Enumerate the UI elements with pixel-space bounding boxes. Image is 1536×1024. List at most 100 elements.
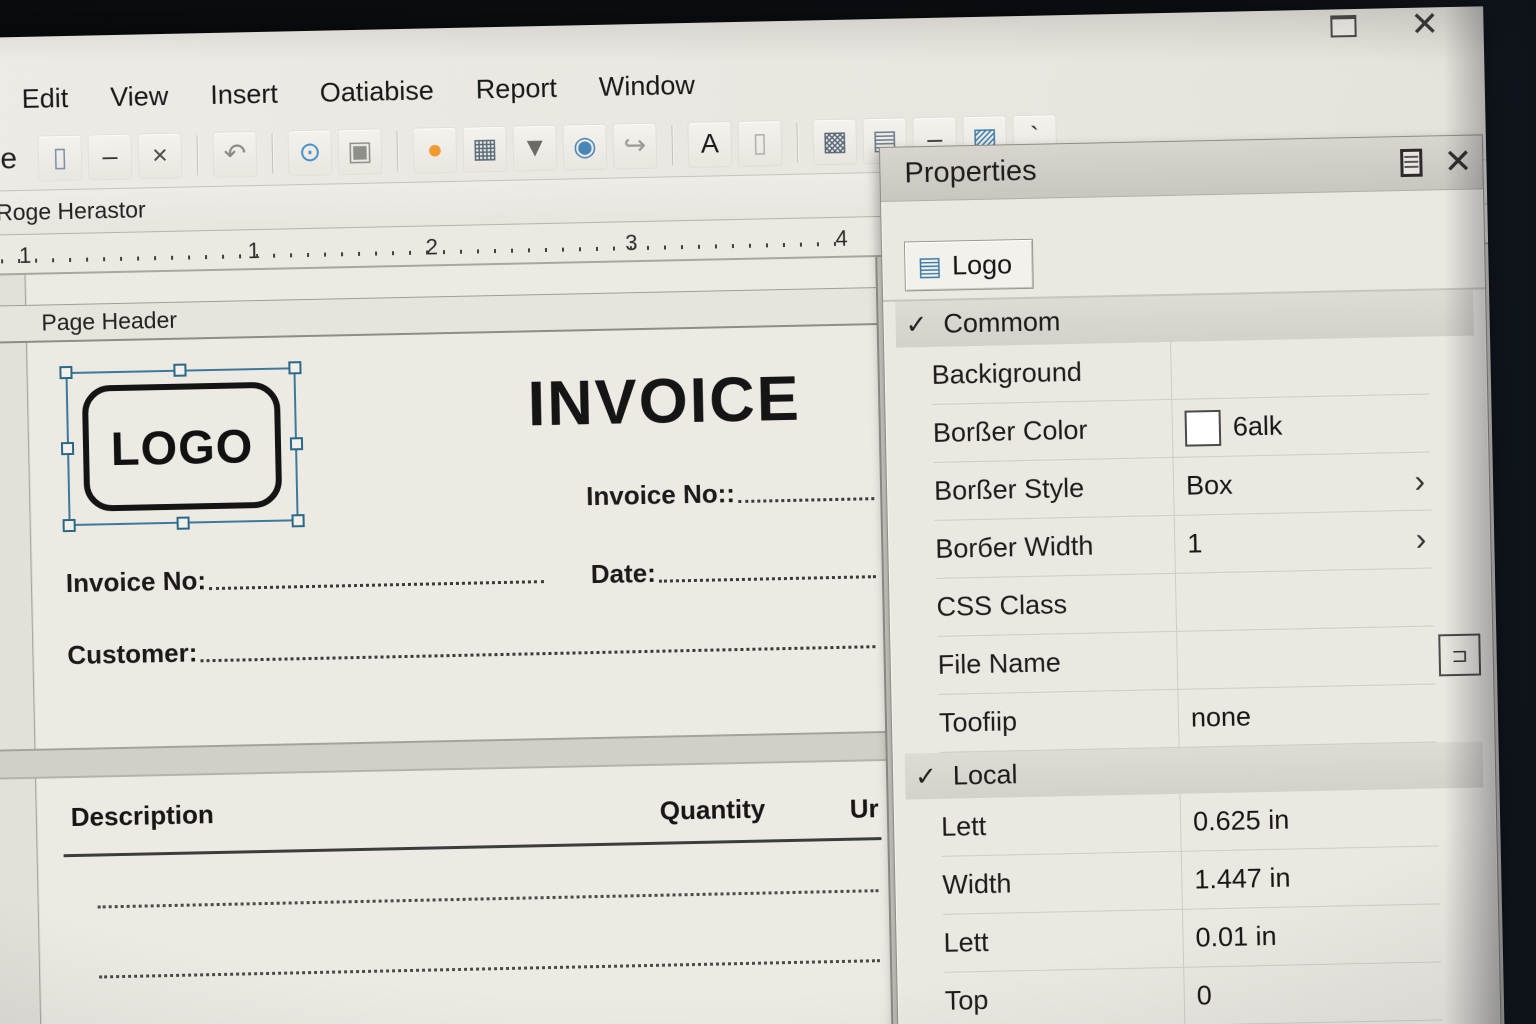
prop-value-css-class[interactable] [1176, 568, 1434, 630]
delete-icon[interactable]: × [138, 133, 182, 178]
device-icon[interactable]: ▯ [738, 120, 782, 166]
prop-value-file-name[interactable] [1177, 626, 1435, 688]
prop-value-border-width[interactable]: 1 › [1175, 510, 1433, 572]
zoom-icon[interactable]: ⊙ [288, 129, 332, 175]
header-underline [63, 837, 882, 858]
image-frame-icon-glyph: ▩ [821, 125, 848, 157]
menu-item-insert[interactable]: Insert [210, 78, 278, 110]
tab-page-header[interactable]: Roge Herastor [0, 196, 146, 226]
prop-value-text: 1 [1186, 528, 1203, 559]
dock-pin-icon[interactable] [1400, 148, 1423, 178]
table-icon[interactable]: ▦ [463, 126, 507, 172]
minus-icon[interactable]: – [88, 134, 132, 180]
swoosh-icon-glyph: ↪ [623, 129, 647, 161]
font-icon-glyph: A [700, 128, 720, 159]
prop-row-border-style: Borßer Style Box › [933, 452, 1432, 521]
chart-icon-glyph: ◉ [572, 130, 597, 162]
prop-row-left: Lett 0.625 in [940, 788, 1439, 857]
prop-row-top: Top 0 [944, 962, 1443, 1024]
column-header-unit[interactable]: Ur [849, 793, 879, 825]
prop-value-border-style[interactable]: Box › [1173, 453, 1431, 515]
prop-row-background: Backiground [931, 336, 1430, 405]
prop-value-top[interactable]: 0 [1184, 962, 1442, 1024]
report-designer-window: ✕ Edit View Insert Oatiabise Report Window il… [0, 5, 1507, 1024]
logo-image-widget[interactable]: LOGO [59, 361, 305, 533]
menu-item-view[interactable]: View [110, 80, 169, 112]
prop-value-border-color[interactable]: 6alk [1172, 395, 1430, 457]
selected-object-button[interactable]: ▤ Logo [903, 238, 1034, 292]
selection-handle[interactable] [59, 365, 73, 380]
prop-label-top: Top [944, 967, 1186, 1024]
invoice-no-right-label: Invoice No:: [585, 478, 736, 512]
highlight-icon-glyph: ● [426, 134, 444, 165]
prop-row-width: Width 1.447 in [941, 846, 1440, 915]
selection-handle[interactable] [176, 516, 190, 530]
funnel-icon[interactable]: ▼ [513, 125, 557, 171]
selection-handle[interactable] [288, 361, 302, 375]
prop-row-left2: Lett 0.01 in [943, 904, 1442, 973]
color-swatch[interactable] [1184, 409, 1222, 447]
prop-label-left2: Lett [943, 909, 1185, 972]
font-icon[interactable]: A [688, 121, 732, 167]
dotted-line [658, 575, 876, 583]
prop-label-tooltip: Toofiip [938, 689, 1180, 752]
menu-item-window[interactable]: Window [599, 69, 696, 102]
chart-icon[interactable]: ◉ [563, 124, 607, 170]
ruler-number: 1 [18, 242, 32, 269]
selection-handle[interactable] [60, 441, 75, 456]
file-menu-label[interactable]: ile [0, 142, 17, 177]
new-document-icon[interactable]: ▯ [38, 135, 82, 181]
new-document-icon-glyph: ▯ [52, 141, 68, 173]
date-field[interactable]: Date: [590, 553, 876, 590]
detail-section: Description Quantity Ur [37, 761, 893, 1024]
invoice-no-field-left[interactable]: Invoice No: [66, 558, 545, 599]
check-icon: ✓ [914, 760, 938, 791]
prop-value-text: Box [1185, 469, 1233, 501]
prop-row-border-color: Borßer Color 6alk [932, 394, 1431, 463]
prop-label-border-color: Borßer Color [932, 399, 1174, 462]
customer-field[interactable]: Customer: [67, 623, 876, 671]
invoice-title-text[interactable]: INVOICE [448, 361, 879, 442]
column-header-quantity[interactable]: Quantity [659, 794, 765, 827]
prop-value-left[interactable]: 0.625 in [1181, 788, 1439, 850]
check-icon: ✓ [905, 308, 928, 339]
report-canvas[interactable]: Page Header LOGO INVOICE Invoice No:: In… [26, 257, 895, 1024]
selection-handle[interactable] [62, 518, 76, 533]
chevron-right-icon[interactable]: › [1414, 463, 1425, 500]
column-header-description[interactable]: Description [70, 799, 214, 833]
prop-value-tooltip[interactable]: none [1178, 684, 1436, 746]
prop-value-background[interactable] [1171, 337, 1429, 399]
undo-icon[interactable]: ↶ [213, 131, 257, 177]
maximize-button[interactable] [1330, 13, 1361, 40]
toolbar-separator [796, 122, 799, 163]
maximize-icon [1330, 14, 1357, 38]
menu-item-oatiabise[interactable]: Oatiabise [319, 75, 434, 108]
prop-value-text: 0 [1196, 980, 1213, 1011]
panel-close-button[interactable]: ✕ [1443, 142, 1472, 183]
browse-button[interactable]: ⊐ [1438, 633, 1482, 677]
prop-value-left2[interactable]: 0.01 in [1183, 904, 1441, 966]
menu-item-edit[interactable]: Edit [21, 82, 68, 114]
selection-handle[interactable] [289, 437, 304, 451]
prop-value-text: 0.625 in [1192, 804, 1290, 837]
paste-icon[interactable]: ▣ [338, 128, 382, 174]
ruler-number: 2 [425, 234, 439, 260]
swoosh-icon[interactable]: ↪ [613, 123, 657, 169]
chevron-right-icon[interactable]: › [1415, 521, 1426, 558]
selection-handle[interactable] [291, 514, 305, 528]
detail-dotted-row[interactable] [99, 959, 880, 979]
detail-dotted-row[interactable] [97, 889, 879, 909]
image-frame-icon[interactable]: ▩ [813, 118, 857, 164]
ruler-number: 4 [835, 225, 848, 251]
invoice-no-field-right[interactable]: Invoice No:: [586, 475, 875, 512]
menu-item-report[interactable]: Report [475, 72, 557, 105]
prop-value-width[interactable]: 1.447 in [1182, 846, 1440, 908]
selection-handle[interactable] [173, 363, 187, 377]
toolbar-separator [196, 134, 199, 175]
close-icon: ✕ [1443, 142, 1473, 182]
close-button[interactable]: ✕ [1410, 5, 1439, 44]
highlight-icon[interactable]: ● [413, 127, 457, 173]
date-label: Date: [590, 557, 657, 590]
toolbar-separator [271, 133, 274, 174]
section-label: Local [952, 758, 1018, 791]
